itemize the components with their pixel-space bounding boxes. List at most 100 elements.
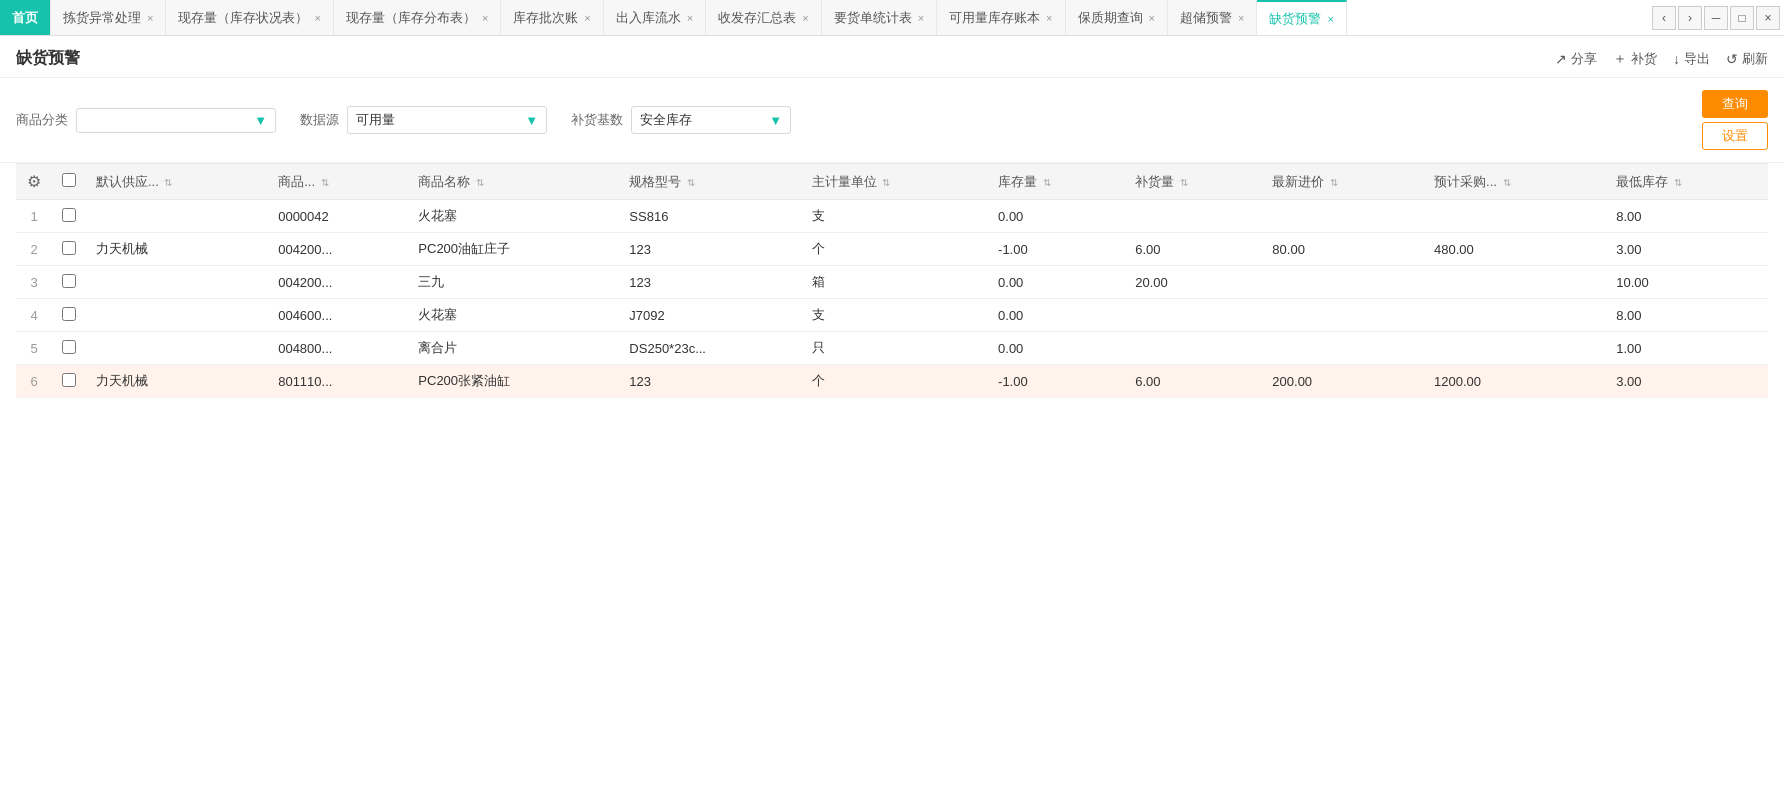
th-min-stock-sort-icon[interactable]: ⇅ [1674,177,1682,188]
tab-abnormal[interactable]: 拣货异常处理× [51,0,166,35]
filter-group-replenish: 补货基数 安全库存 ▼ [571,106,791,134]
row-checkbox-1[interactable] [62,208,76,222]
row-min-stock-3: 10.00 [1606,266,1768,299]
row-checkbox-4[interactable] [62,307,76,321]
tab-close-abnormal[interactable]: × [147,12,153,24]
tab-available[interactable]: 可用量库存账本× [937,0,1065,35]
tab-close-shortage[interactable]: × [1327,13,1333,25]
tab-close-demand[interactable]: × [918,12,924,24]
select-all-checkbox[interactable] [62,173,76,187]
row-unit-5: 只 [802,332,988,365]
th-unit-sort-icon[interactable]: ⇅ [882,177,890,188]
row-product-code-1: 0000042 [268,200,408,233]
tab-close-inout[interactable]: × [687,12,693,24]
th-unit: 主计量单位 ⇅ [802,164,988,200]
tab-stock-dist[interactable]: 现存量（库存分布表）× [334,0,501,35]
tab-shortage[interactable]: 缺货预警× [1257,0,1346,35]
filter-area: 商品分类 ▼ 数据源 可用量 ▼ 补货基数 安全库存 ▼ 查询 设置 [0,78,1784,163]
tab-label-inout: 出入库流水 [616,9,681,27]
row-replenish-6: 6.00 [1125,365,1262,398]
row-checkbox-6[interactable] [62,373,76,387]
tab-close-expiry[interactable]: × [1149,12,1155,24]
th-spec-sort-icon[interactable]: ⇅ [687,177,695,188]
tab-close-receive[interactable]: × [802,12,808,24]
data-table: ⚙ 默认供应... ⇅ 商品... ⇅ 商品名称 ⇅ [16,163,1768,398]
row-stock-6: -1.00 [988,365,1125,398]
th-checkbox [52,164,86,200]
tab-minimize[interactable]: ─ [1704,6,1728,30]
tab-receive[interactable]: 收发存汇总表× [706,0,821,35]
table-row: 1 0000042 火花塞 SS816 支 0.00 8.00 [16,200,1768,233]
th-est-purchase-label: 预计采购... [1434,174,1497,189]
table-body: 1 0000042 火花塞 SS816 支 0.00 8.00 2 力天机械 0… [16,200,1768,398]
tab-close-overstock[interactable]: × [1238,12,1244,24]
tab-bar: 首页拣货异常处理×现存量（库存状况表）×现存量（库存分布表）×库存批次账×出入库… [0,0,1784,36]
row-latest-price-1 [1262,200,1424,233]
category-select[interactable]: ▼ [76,108,276,133]
export-icon: ↓ [1673,51,1680,67]
row-num-2: 2 [16,233,52,266]
tab-close-batch[interactable]: × [584,12,590,24]
th-product-code-label: 商品... [278,174,315,189]
export-action[interactable]: ↓ 导出 [1673,50,1710,68]
th-latest-price: 最新进价 ⇅ [1262,164,1424,200]
th-supplier-label: 默认供应... [96,174,159,189]
row-num-4: 4 [16,299,52,332]
tab-close-stock-dist[interactable]: × [482,12,488,24]
th-product-name-label: 商品名称 [418,174,470,189]
tab-scroll-left[interactable]: ‹ [1652,6,1676,30]
th-min-stock-label: 最低库存 [1616,174,1668,189]
row-checkbox-5[interactable] [62,340,76,354]
table-container: ⚙ 默认供应... ⇅ 商品... ⇅ 商品名称 ⇅ [0,163,1784,398]
th-product-name-sort-icon[interactable]: ⇅ [476,177,484,188]
tab-maximize[interactable]: □ [1730,6,1754,30]
row-latest-price-2: 80.00 [1262,233,1424,266]
share-label: 分享 [1571,50,1597,68]
share-action[interactable]: ↗ 分享 [1555,50,1597,68]
th-stock-label: 库存量 [998,174,1037,189]
row-checkbox-2[interactable] [62,241,76,255]
tab-label-demand: 要货单统计表 [834,9,912,27]
tab-overstock[interactable]: 超储预警 × [1168,0,1257,35]
tab-scroll-right[interactable]: › [1678,6,1702,30]
replenish-arrow-icon: ▼ [769,113,782,128]
tab-inout[interactable]: 出入库流水 × [604,0,706,35]
th-product-code: 商品... ⇅ [268,164,408,200]
replenish-action[interactable]: ＋ 补货 [1613,50,1657,68]
row-unit-2: 个 [802,233,988,266]
gear-icon[interactable]: ⚙ [27,173,41,190]
th-supplier-sort-icon[interactable]: ⇅ [164,177,172,188]
tab-label-overstock: 超储预警 [1180,9,1232,27]
tab-home[interactable]: 首页 [0,0,51,35]
th-product-code-sort-icon[interactable]: ⇅ [321,177,329,188]
share-icon: ↗ [1555,51,1567,67]
settings-button[interactable]: 设置 [1702,122,1768,150]
tab-expiry[interactable]: 保质期查询× [1066,0,1168,35]
tab-batch[interactable]: 库存批次账× [501,0,603,35]
th-latest-price-sort-icon[interactable]: ⇅ [1330,177,1338,188]
th-stock: 库存量 ⇅ [988,164,1125,200]
row-num-6: 6 [16,365,52,398]
row-checkbox-3[interactable] [62,274,76,288]
replenish-base-label: 补货基数 [571,111,623,129]
table-row: 6 力天机械 801110... PC200张紧油缸 123 个 -1.00 6… [16,365,1768,398]
replenish-select[interactable]: 安全库存 ▼ [631,106,791,134]
datasource-select[interactable]: 可用量 ▼ [347,106,547,134]
tab-close-stock-status[interactable]: × [314,12,320,24]
row-latest-price-5 [1262,332,1424,365]
th-stock-sort-icon[interactable]: ⇅ [1043,177,1051,188]
row-est-purchase-5 [1424,332,1606,365]
row-min-stock-1: 8.00 [1606,200,1768,233]
filter-group-datasource: 数据源 可用量 ▼ [300,106,547,134]
th-replenish-sort-icon[interactable]: ⇅ [1180,177,1188,188]
th-est-purchase-sort-icon[interactable]: ⇅ [1503,177,1511,188]
tab-demand[interactable]: 要货单统计表 × [822,0,937,35]
tab-close-available[interactable]: × [1046,12,1052,24]
row-supplier-2: 力天机械 [86,233,268,266]
row-stock-2: -1.00 [988,233,1125,266]
tab-close-window[interactable]: × [1756,6,1780,30]
refresh-action[interactable]: ↺ 刷新 [1726,50,1768,68]
row-stock-3: 0.00 [988,266,1125,299]
query-button[interactable]: 查询 [1702,90,1768,118]
tab-stock-status[interactable]: 现存量（库存状况表）× [166,0,333,35]
